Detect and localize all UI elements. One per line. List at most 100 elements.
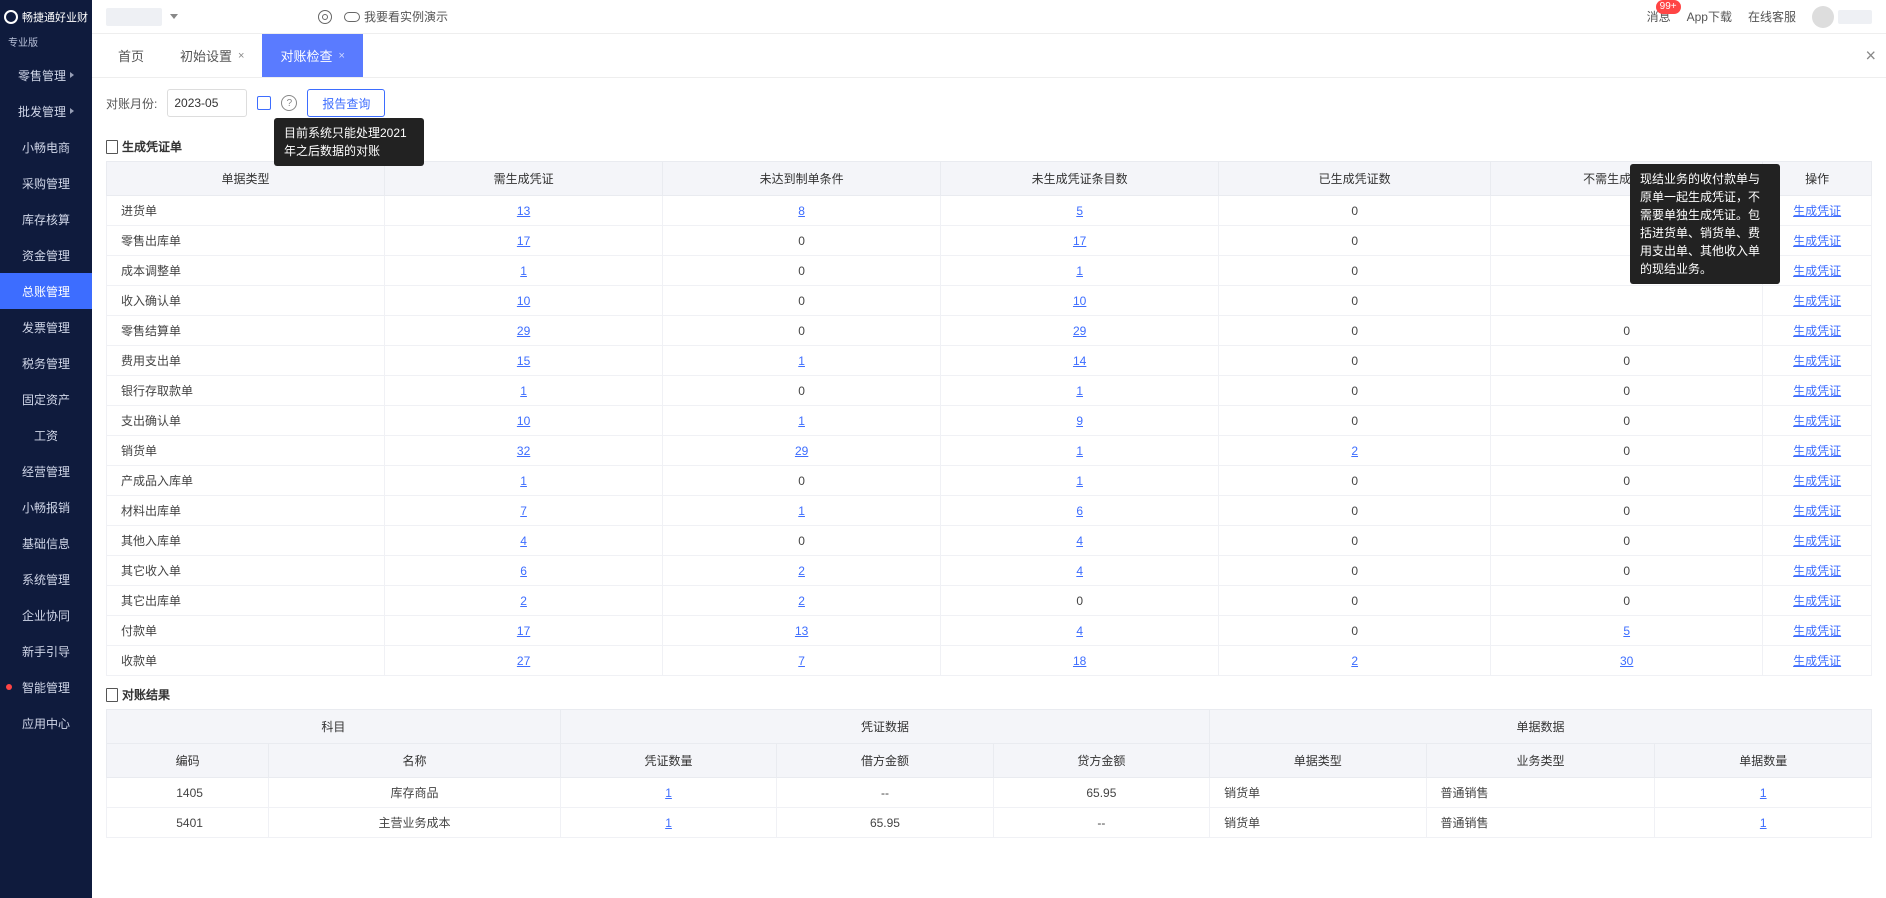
value-link[interactable]: 18 [1073,654,1086,668]
sidebar-item-零售管理[interactable]: 零售管理 [0,57,92,93]
tab-首页[interactable]: 首页 [100,34,162,77]
value-link[interactable]: 29 [1073,324,1086,338]
value-link[interactable]: 13 [795,624,808,638]
generate-voucher-link[interactable]: 生成凭证 [1793,564,1841,578]
sidebar-item-小畅报销[interactable]: 小畅报销 [0,489,92,525]
value-link[interactable]: 4 [1076,534,1083,548]
report-query-button[interactable]: 报告查询 [307,89,385,117]
sidebar-item-小畅电商[interactable]: 小畅电商 [0,129,92,165]
value-link[interactable]: 32 [517,444,530,458]
value-link[interactable]: 5 [1076,204,1083,218]
user-menu[interactable] [1812,6,1872,28]
value-link[interactable]: 1 [1076,384,1083,398]
value-link[interactable]: 2 [1351,654,1358,668]
value-link[interactable]: 1 [798,504,805,518]
value-link[interactable]: 1 [665,816,672,830]
value-link[interactable]: 4 [520,534,527,548]
sidebar-item-税务管理[interactable]: 税务管理 [0,345,92,381]
org-selector[interactable] [106,8,306,26]
value-link[interactable]: 1 [520,264,527,278]
sidebar-item-新手引导[interactable]: 新手引导 [0,633,92,669]
value-link[interactable]: 7 [798,654,805,668]
value-link[interactable]: 1 [798,414,805,428]
value-link[interactable]: 2 [798,594,805,608]
demo-link[interactable]: 我要看实例演示 [344,8,448,25]
generate-voucher-link[interactable]: 生成凭证 [1793,234,1841,248]
generate-voucher-link[interactable]: 生成凭证 [1793,324,1841,338]
tab-对账检查[interactable]: 对账检查× [262,34,362,77]
generate-voucher-link[interactable]: 生成凭证 [1793,504,1841,518]
value-link[interactable]: 1 [1076,264,1083,278]
sidebar-item-工资[interactable]: 工资 [0,417,92,453]
generate-voucher-link[interactable]: 生成凭证 [1793,534,1841,548]
value-link[interactable]: 29 [795,444,808,458]
generate-voucher-link[interactable]: 生成凭证 [1793,414,1841,428]
generate-voucher-link[interactable]: 生成凭证 [1793,624,1841,638]
sidebar-item-系统管理[interactable]: 系统管理 [0,561,92,597]
close-all-tabs-button[interactable]: × [1865,45,1876,66]
sidebar-item-智能管理[interactable]: 智能管理 [0,669,92,705]
messages-button[interactable]: 消息 99+ [1647,8,1671,25]
sidebar-item-发票管理[interactable]: 发票管理 [0,309,92,345]
value-link[interactable]: 2 [520,594,527,608]
value-link[interactable]: 6 [1076,504,1083,518]
value-link[interactable]: 5 [1623,624,1630,638]
app-download-button[interactable]: App下载 [1687,8,1732,25]
value-link[interactable]: 10 [1073,294,1086,308]
sidebar-item-固定资产[interactable]: 固定资产 [0,381,92,417]
value-link[interactable]: 7 [520,504,527,518]
value-link[interactable]: 1 [520,474,527,488]
value-link[interactable]: 1 [798,354,805,368]
value-link[interactable]: 1 [520,384,527,398]
calendar-icon[interactable] [257,96,271,110]
sidebar-item-总账管理[interactable]: 总账管理 [0,273,92,309]
value-link[interactable]: 1 [1760,816,1767,830]
value-link[interactable]: 6 [520,564,527,578]
sidebar-item-基础信息[interactable]: 基础信息 [0,525,92,561]
generate-voucher-link[interactable]: 生成凭证 [1793,294,1841,308]
online-service-button[interactable]: 在线客服 [1748,8,1796,25]
sidebar-item-库存核算[interactable]: 库存核算 [0,201,92,237]
value-link[interactable]: 17 [1073,234,1086,248]
generate-voucher-link[interactable]: 生成凭证 [1793,594,1841,608]
generate-voucher-link[interactable]: 生成凭证 [1793,444,1841,458]
value-link[interactable]: 30 [1620,654,1633,668]
sidebar-item-采购管理[interactable]: 采购管理 [0,165,92,201]
value-link[interactable]: 17 [517,234,530,248]
value-link[interactable]: 4 [1076,624,1083,638]
value-link[interactable]: 4 [1076,564,1083,578]
value-link[interactable]: 29 [517,324,530,338]
sidebar-item-企业协同[interactable]: 企业协同 [0,597,92,633]
value-link[interactable]: 1 [1076,474,1083,488]
close-icon[interactable]: × [338,50,344,62]
sidebar-item-资金管理[interactable]: 资金管理 [0,237,92,273]
value-link[interactable]: 15 [517,354,530,368]
value-link[interactable]: 9 [1076,414,1083,428]
value-link[interactable]: 10 [517,414,530,428]
generate-voucher-link[interactable]: 生成凭证 [1793,474,1841,488]
value-link[interactable]: 8 [798,204,805,218]
generate-voucher-link[interactable]: 生成凭证 [1793,204,1841,218]
value-link[interactable]: 10 [517,294,530,308]
sidebar-item-批发管理[interactable]: 批发管理 [0,93,92,129]
generate-voucher-link[interactable]: 生成凭证 [1793,354,1841,368]
value-link[interactable]: 2 [1351,444,1358,458]
close-icon[interactable]: × [238,50,244,62]
sidebar-item-经营管理[interactable]: 经营管理 [0,453,92,489]
generate-voucher-link[interactable]: 生成凭证 [1793,264,1841,278]
help-icon[interactable]: ? [281,95,297,111]
value-link[interactable]: 2 [798,564,805,578]
generate-voucher-link[interactable]: 生成凭证 [1793,384,1841,398]
sidebar-item-应用中心[interactable]: 应用中心 [0,705,92,741]
gear-icon[interactable] [318,10,332,24]
value-link[interactable]: 1 [665,786,672,800]
value-link[interactable]: 13 [517,204,530,218]
value-link[interactable]: 1 [1076,444,1083,458]
value-link[interactable]: 1 [1760,786,1767,800]
value-link[interactable]: 14 [1073,354,1086,368]
value-link[interactable]: 27 [517,654,530,668]
month-input[interactable]: 2023-05 [167,89,247,117]
value-link[interactable]: 17 [517,624,530,638]
generate-voucher-link[interactable]: 生成凭证 [1793,654,1841,668]
tab-初始设置[interactable]: 初始设置× [162,34,262,77]
